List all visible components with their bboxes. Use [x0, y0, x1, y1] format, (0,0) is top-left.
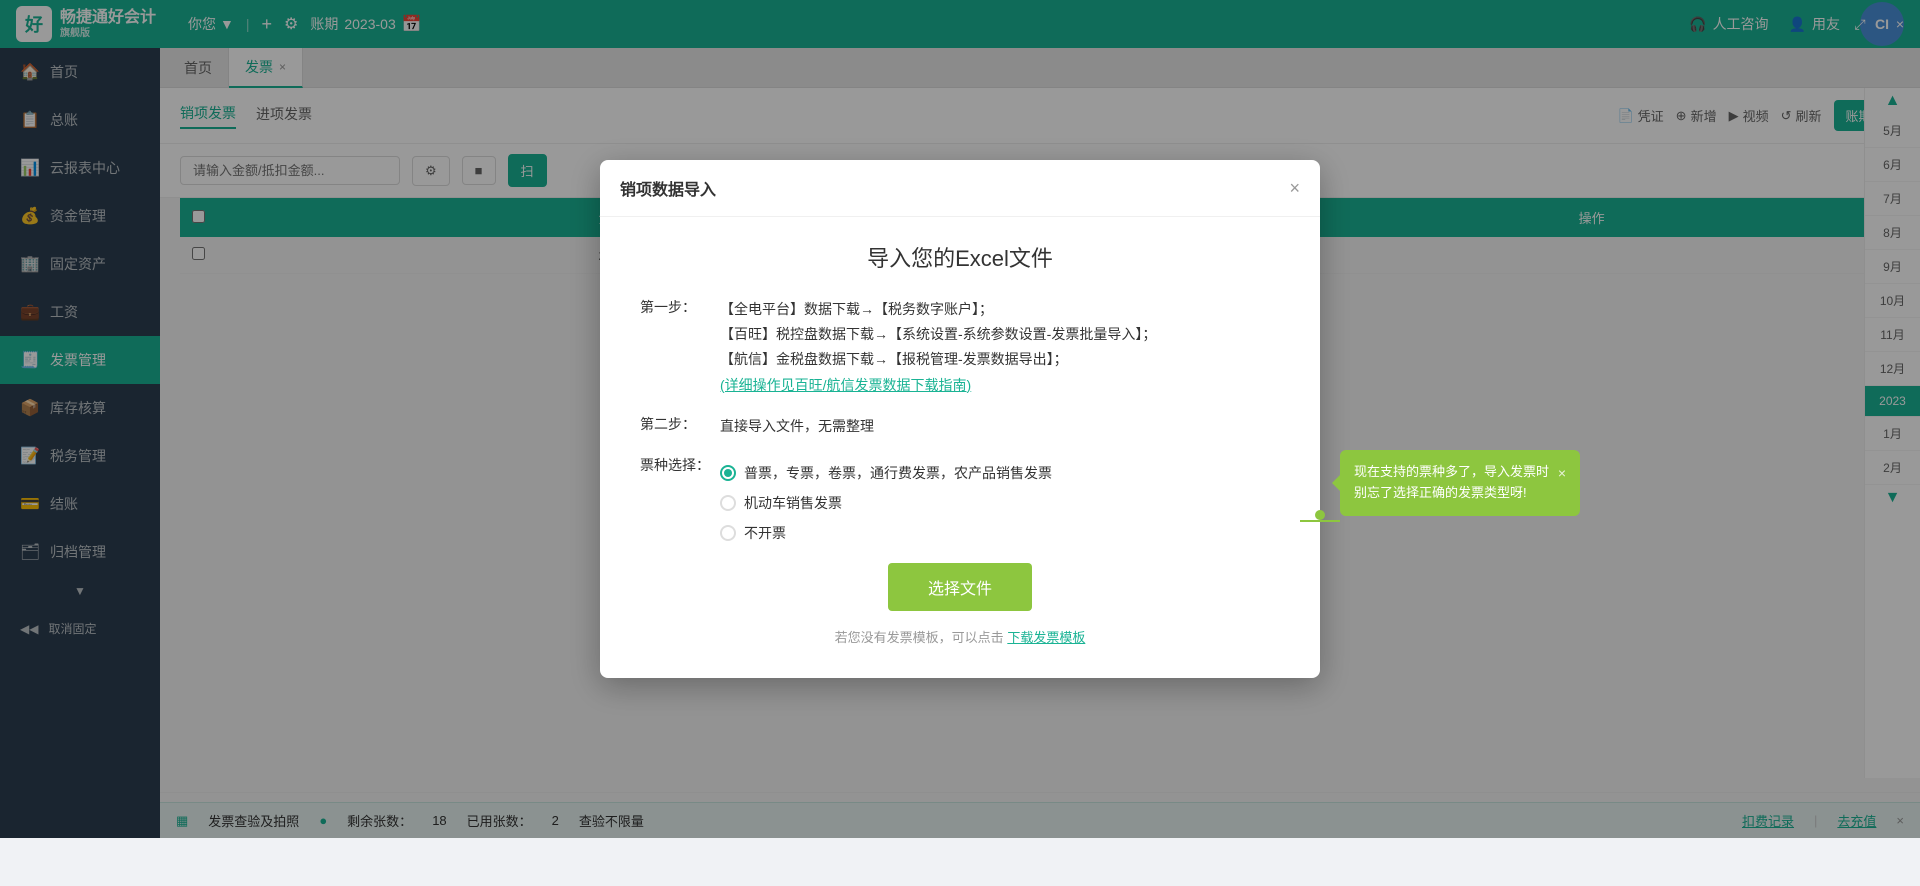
modal-footer: 若您没有发票模板，可以点击 下载发票模板: [640, 627, 1280, 646]
choose-file-button[interactable]: 选择文件: [888, 563, 1032, 611]
step1-line3: 【航信】金税盘数据下载→【报税管理-发票数据导出】；: [720, 347, 1156, 372]
tooltip-line: [1300, 520, 1340, 522]
step2-label: 第二步：: [640, 414, 720, 439]
step1: 第一步： 【全电平台】数据下载→【税务数字账户】； 【百旺】税控盘数据下载→【系…: [640, 297, 1280, 398]
step2-content: 直接导入文件，无需整理: [720, 414, 874, 439]
ticket-none-label: 不开票: [744, 523, 786, 543]
ticket-normal-label: 普票，专票，卷票，通行费发票，农产品销售发票: [744, 463, 1052, 483]
step1-content: 【全电平台】数据下载→【税务数字账户】； 【百旺】税控盘数据下载→【系统设置-系…: [720, 297, 1156, 398]
tooltip-connector: [1300, 510, 1340, 522]
ticket-option-none[interactable]: 不开票: [720, 523, 1052, 543]
modal-overlay[interactable]: 销项数据导入 × 导入您的Excel文件 第一步： 【全电平台】数据下载→【税务…: [0, 0, 1920, 838]
download-template-link[interactable]: 下载发票模板: [1007, 630, 1085, 645]
tooltip-dot: [1315, 510, 1325, 520]
guide-link[interactable]: (详细操作见百旺/航信发票数据下载指南): [720, 377, 971, 393]
ticket-option-motor[interactable]: 机动车销售发票: [720, 493, 1052, 513]
footer-note-text: 若您没有发票模板，可以点击: [835, 630, 1004, 645]
step2: 第二步： 直接导入文件，无需整理: [640, 414, 1280, 439]
modal-close-button[interactable]: ×: [1289, 179, 1300, 197]
ticket-label: 票种选择：: [640, 455, 720, 543]
step1-label: 第一步：: [640, 297, 720, 398]
modal-main-title: 导入您的Excel文件: [640, 241, 1280, 273]
radio-normal[interactable]: [720, 465, 736, 481]
radio-normal-inner: [724, 469, 732, 477]
modal-header: 销项数据导入 ×: [600, 160, 1320, 217]
ticket-option-normal[interactable]: 普票，专票，卷票，通行费发票，农产品销售发票: [720, 463, 1052, 483]
ticket-choice-row: 票种选择： 普票，专票，卷票，通行费发票，农产品销售发票 机动车销售发票: [640, 455, 1280, 543]
step1-line1: 【全电平台】数据下载→【税务数字账户】；: [720, 297, 1156, 322]
radio-none[interactable]: [720, 525, 736, 541]
modal-body: 导入您的Excel文件 第一步： 【全电平台】数据下载→【税务数字账户】； 【百…: [600, 217, 1320, 678]
tooltip-text: 现在支持的票种多了，导入发票时别忘了选择正确的发票类型呀!: [1354, 464, 1549, 500]
ticket-motor-label: 机动车销售发票: [744, 493, 842, 513]
tooltip-close-button[interactable]: ×: [1558, 462, 1566, 484]
radio-motor[interactable]: [720, 495, 736, 511]
ticket-options: 普票，专票，卷票，通行费发票，农产品销售发票 机动车销售发票 不开票: [720, 463, 1052, 543]
tooltip-bubble: × 现在支持的票种多了，导入发票时别忘了选择正确的发票类型呀!: [1340, 450, 1580, 516]
step1-line2: 【百旺】税控盘数据下载→【系统设置-系统参数设置-发票批量导入】；: [720, 322, 1156, 347]
step1-link[interactable]: (详细操作见百旺/航信发票数据下载指南): [720, 373, 1156, 398]
tooltip-container: × 现在支持的票种多了，导入发票时别忘了选择正确的发票类型呀!: [1300, 450, 1580, 522]
modal-title: 销项数据导入: [620, 176, 716, 200]
import-modal: 销项数据导入 × 导入您的Excel文件 第一步： 【全电平台】数据下载→【税务…: [600, 160, 1320, 678]
